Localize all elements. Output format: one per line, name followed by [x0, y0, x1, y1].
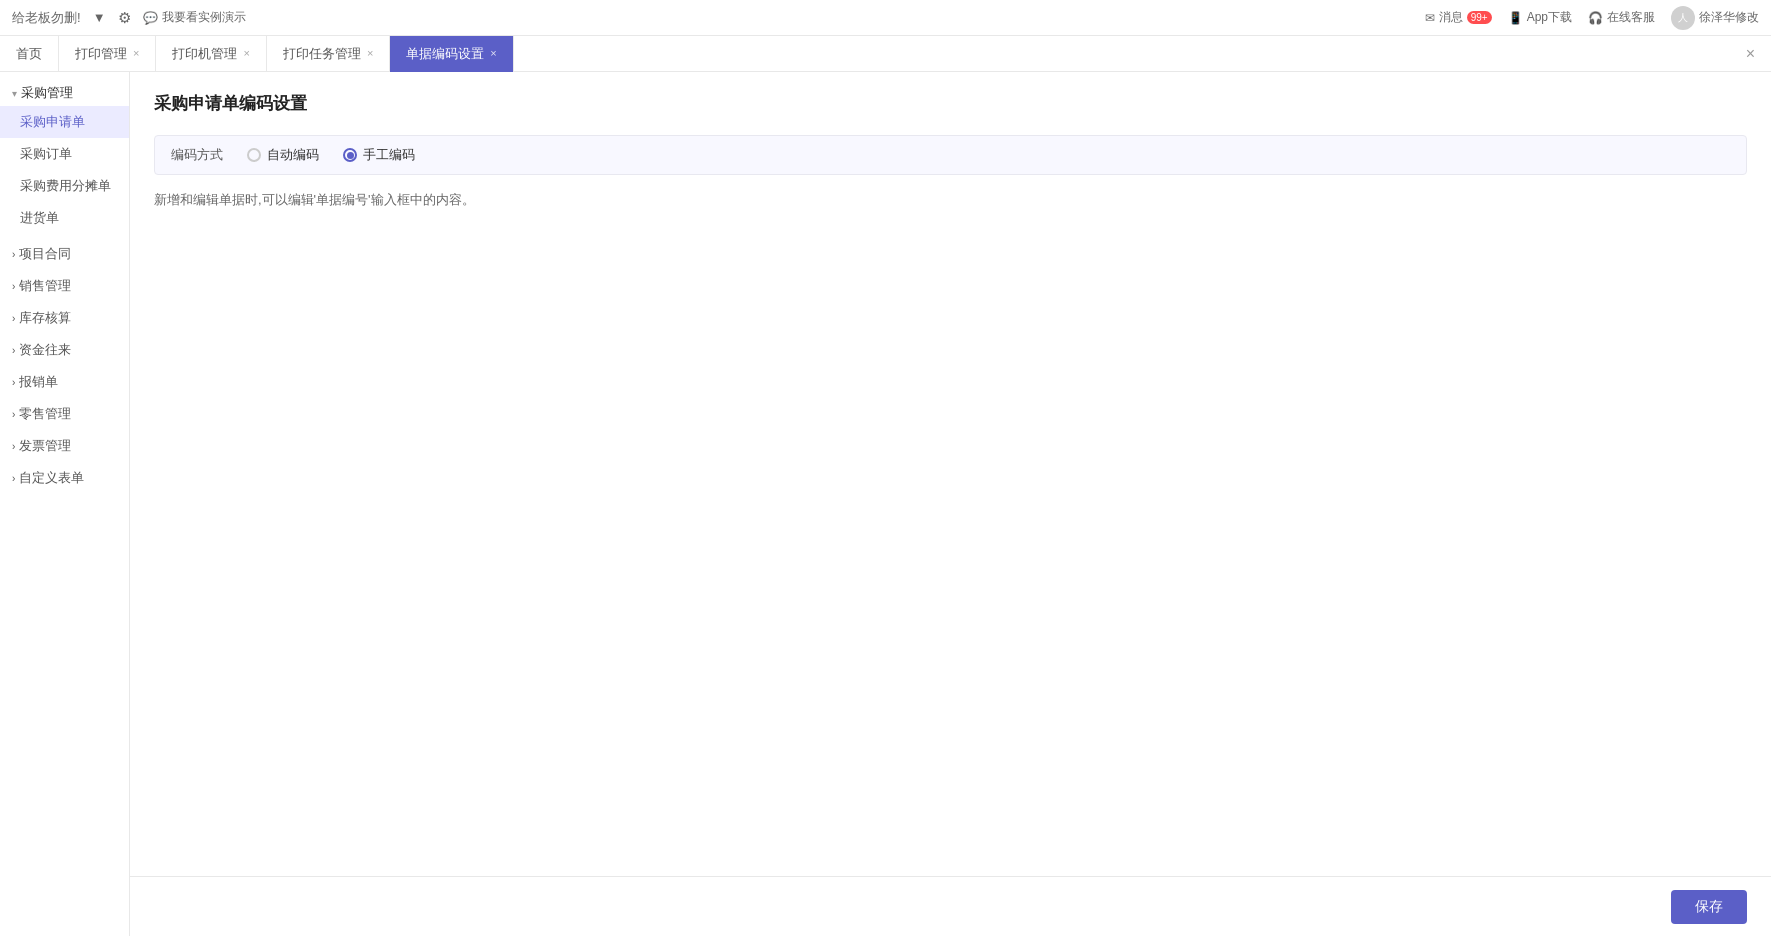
sidebar-group-purchase: ▾ 采购管理 采购申请单 采购订单 采购费用分摊单 进货单 — [0, 72, 129, 238]
manual-coding-label: 手工编码 — [363, 146, 415, 164]
sidebar-item-finance[interactable]: › 资金往来 — [0, 334, 129, 366]
app-download-item[interactable]: 📱 App下载 — [1508, 9, 1572, 26]
sidebar-group-purchase-header[interactable]: ▾ 采购管理 — [0, 76, 129, 106]
sidebar-item-purchase-expense[interactable]: 采购费用分摊单 — [0, 170, 129, 202]
tab-print-task[interactable]: 打印任务管理 × — [267, 36, 390, 72]
tab-print-task-label: 打印任务管理 — [283, 45, 361, 63]
message-item[interactable]: ✉ 消息 99+ — [1425, 9, 1492, 26]
main-layout: ▾ 采购管理 采购申请单 采购订单 采购费用分摊单 进货单 › 项目合同 › 销… — [0, 72, 1771, 936]
manual-coding-option[interactable]: 手工编码 — [343, 146, 415, 164]
tab-printer-management[interactable]: 打印机管理 × — [156, 36, 266, 72]
tab-home-label: 首页 — [16, 45, 42, 63]
top-bar-right: ✉ 消息 99+ 📱 App下载 🎧 在线客服 人 徐泽华修改 — [1425, 6, 1759, 30]
sidebar-item-inventory[interactable]: › 库存核算 — [0, 302, 129, 334]
tab-print-management-label: 打印管理 — [75, 45, 127, 63]
tab-bar-close[interactable]: × — [1730, 45, 1771, 63]
coding-method-label: 编码方式 — [171, 146, 223, 164]
user-item[interactable]: 人 徐泽华修改 — [1671, 6, 1759, 30]
sidebar-item-goods-receipt[interactable]: 进货单 — [0, 202, 129, 234]
tab-printer-management-label: 打印机管理 — [172, 45, 237, 63]
arrow-right-icon-8: › — [12, 473, 15, 484]
dropdown-arrow-icon: ▼ — [93, 10, 106, 25]
sidebar-item-sales[interactable]: › 销售管理 — [0, 270, 129, 302]
tab-print-task-close[interactable]: × — [367, 48, 373, 59]
arrow-right-icon-5: › — [12, 377, 15, 388]
sidebar-item-expense-report[interactable]: › 报销单 — [0, 366, 129, 398]
sidebar-item-project-contract[interactable]: › 项目合同 — [0, 238, 129, 270]
sidebar-item-retail[interactable]: › 零售管理 — [0, 398, 129, 430]
tab-document-code[interactable]: 单据编码设置 × — [390, 36, 513, 72]
manual-coding-radio[interactable] — [343, 148, 357, 162]
dropdown-toggle[interactable]: ▼ — [93, 10, 106, 25]
online-service-item[interactable]: 🎧 在线客服 — [1588, 9, 1655, 26]
tab-home[interactable]: 首页 — [0, 36, 59, 72]
content-inner: 采购申请单编码设置 编码方式 自动编码 手工编码 新增和编辑单据时,可以编辑'单… — [130, 72, 1771, 876]
headset-icon: 🎧 — [1588, 11, 1603, 25]
tab-printer-management-close[interactable]: × — [243, 48, 249, 59]
message-icon: ✉ — [1425, 11, 1435, 25]
arrow-right-icon-6: › — [12, 409, 15, 420]
auto-coding-option[interactable]: 自动编码 — [247, 146, 319, 164]
content-area: 采购申请单编码设置 编码方式 自动编码 手工编码 新增和编辑单据时,可以编辑'单… — [130, 72, 1771, 936]
arrow-right-icon-2: › — [12, 281, 15, 292]
top-bar-left: 给老板勿删! ▼ ⚙ 💬 我要看实例演示 — [12, 9, 246, 27]
arrow-right-icon-7: › — [12, 441, 15, 452]
footer-bar: 保存 — [130, 876, 1771, 936]
tab-document-code-close[interactable]: × — [490, 48, 496, 59]
app-icon: 📱 — [1508, 11, 1523, 25]
sidebar-item-custom-form[interactable]: › 自定义表单 — [0, 462, 129, 494]
demo-text[interactable]: 💬 我要看实例演示 — [143, 9, 246, 26]
arrow-right-icon-4: › — [12, 345, 15, 356]
avatar: 人 — [1671, 6, 1695, 30]
sidebar-group-purchase-label: 采购管理 — [21, 84, 73, 102]
sidebar: ▾ 采购管理 采购申请单 采购订单 采购费用分摊单 进货单 › 项目合同 › 销… — [0, 72, 130, 936]
auto-coding-label: 自动编码 — [267, 146, 319, 164]
arrow-right-icon: › — [12, 249, 15, 260]
demo-icon: 💬 — [143, 11, 158, 25]
top-bar: 给老板勿删! ▼ ⚙ 💬 我要看实例演示 ✉ 消息 99+ 📱 App下载 🎧 … — [0, 0, 1771, 36]
info-text: 新增和编辑单据时,可以编辑'单据编号'输入框中的内容。 — [154, 191, 1747, 209]
tab-print-management[interactable]: 打印管理 × — [59, 36, 156, 72]
tab-document-code-label: 单据编码设置 — [406, 45, 484, 63]
arrow-right-icon-3: › — [12, 313, 15, 324]
top-bar-title: 给老板勿删! — [12, 9, 81, 27]
tab-bar: 首页 打印管理 × 打印机管理 × 打印任务管理 × 单据编码设置 × × — [0, 36, 1771, 72]
save-button[interactable]: 保存 — [1671, 890, 1747, 924]
coding-method-row: 编码方式 自动编码 手工编码 — [154, 135, 1747, 175]
sidebar-item-purchase-order[interactable]: 采购订单 — [0, 138, 129, 170]
sidebar-item-invoice[interactable]: › 发票管理 — [0, 430, 129, 462]
settings-icon[interactable]: ⚙ — [118, 9, 131, 27]
sidebar-item-purchase-request[interactable]: 采购申请单 — [0, 106, 129, 138]
arrow-down-icon: ▾ — [12, 88, 17, 99]
page-title: 采购申请单编码设置 — [154, 92, 1747, 115]
tab-print-management-close[interactable]: × — [133, 48, 139, 59]
message-badge: 99+ — [1467, 11, 1492, 24]
auto-coding-radio[interactable] — [247, 148, 261, 162]
